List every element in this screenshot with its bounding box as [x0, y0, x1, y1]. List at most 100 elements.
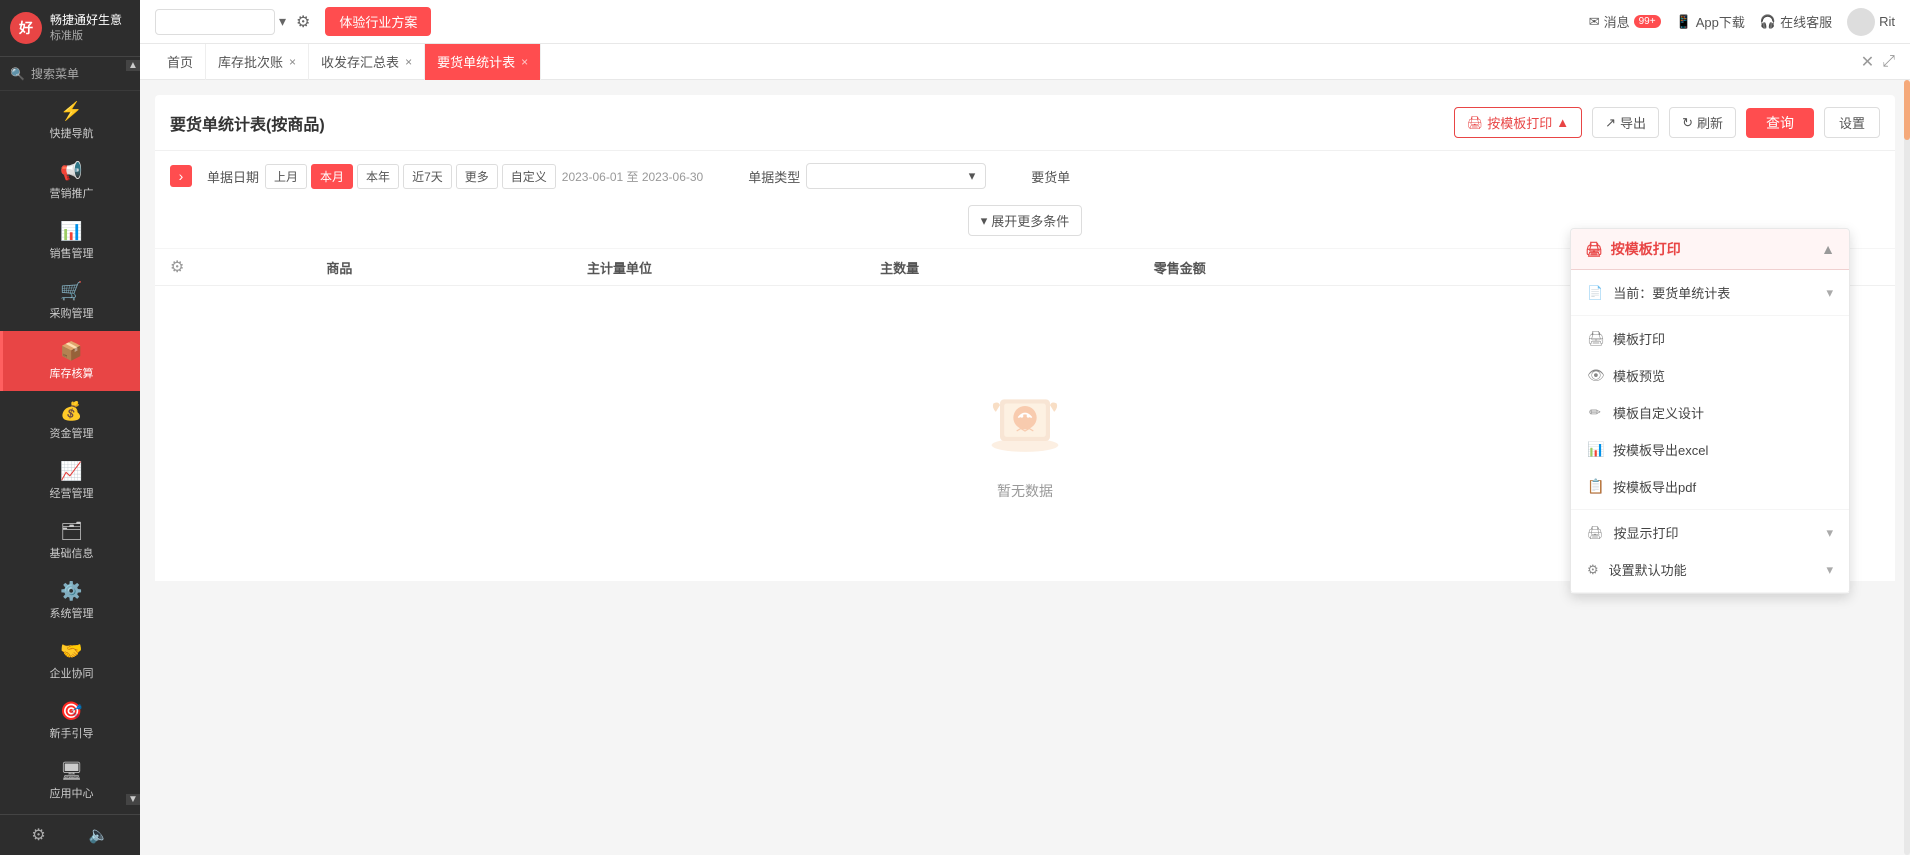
- message-action[interactable]: ✉ 消息 99+: [1589, 12, 1661, 31]
- tab-requisition-stats[interactable]: 要货单统计表 ×: [425, 44, 541, 80]
- dropdown-template-export-excel[interactable]: 📊 按模板导出excel: [1571, 431, 1849, 468]
- sidebar-item-quick-nav[interactable]: ⚡ 快捷导航: [0, 91, 140, 151]
- dropdown-header-left: 🖨 按模板打印: [1585, 239, 1681, 259]
- template-custom-icon: ✏: [1587, 404, 1603, 421]
- filter-toggle-btn[interactable]: ›: [170, 165, 192, 187]
- scrollbar-thumb[interactable]: [1904, 80, 1910, 140]
- chevron-down-icon: ▾: [969, 168, 976, 184]
- col-goods: 商品: [199, 258, 479, 277]
- user-avatar-action[interactable]: Rit: [1847, 8, 1895, 36]
- marketing-icon: 📢: [60, 161, 82, 182]
- sidebar: 好 畅捷通好生意 标准版 🔍 搜索菜单 ⚡ 快捷导航 📢 营销推广 📊 销售管理…: [0, 0, 140, 855]
- pdf-icon: 📋: [1587, 478, 1603, 495]
- sidebar-item-finance[interactable]: 💰 资金管理: [0, 391, 140, 451]
- sidebar-item-operations[interactable]: 📈 经营管理: [0, 451, 140, 511]
- chevron-up-icon: ▲: [1556, 115, 1569, 130]
- chevron-down-icon-expand: ▾: [981, 213, 988, 229]
- sidebar-scroll-up[interactable]: ▲: [126, 60, 140, 71]
- date-btn-current-year[interactable]: 本年: [357, 164, 399, 189]
- print-icon: 🖨: [1585, 241, 1603, 258]
- app-download-action[interactable]: 📱 App下载: [1676, 12, 1745, 31]
- avatar: [1847, 8, 1875, 36]
- settings-btn[interactable]: 设置: [1824, 107, 1880, 138]
- sidebar-item-app-center[interactable]: 🖥 应用中心: [0, 751, 140, 811]
- sidebar-item-purchase[interactable]: 🛒 采购管理: [0, 271, 140, 331]
- current-expand-icon: ▾: [1826, 285, 1833, 301]
- page-title: 要货单统计表(按商品): [170, 111, 325, 135]
- dropdown-collapse-btn[interactable]: ▲: [1821, 241, 1835, 257]
- expand-btn[interactable]: ▾ 展开更多条件: [968, 205, 1083, 236]
- settings-icon[interactable]: ⚙: [31, 825, 45, 845]
- order-type-select[interactable]: ▾: [806, 163, 986, 189]
- date-range: 2023-06-01 至 2023-06-30: [562, 168, 703, 185]
- top-header: ▾ ⚙ 体验行业方案 ✉ 消息 99+ 📱 App下载 🎧 在线客服 Rit: [140, 0, 1910, 44]
- tab-collection-summary[interactable]: 收发存汇总表 ×: [309, 44, 425, 80]
- trial-btn[interactable]: 体验行业方案: [325, 7, 431, 36]
- dropdown-header: 🖨 按模板打印 ▲: [1571, 229, 1849, 270]
- header-gear-btn[interactable]: ⚙: [296, 12, 310, 32]
- online-service-action[interactable]: 🎧 在线客服: [1760, 12, 1832, 31]
- sidebar-item-newbie[interactable]: 🎯 新手引导: [0, 691, 140, 751]
- tab-close-requisition-stats[interactable]: ×: [521, 55, 528, 69]
- dropdown-set-default[interactable]: ⚙ 设置默认功能 ▾: [1571, 551, 1849, 588]
- dropdown-display-print[interactable]: 🖨 按显示打印 ▾: [1571, 514, 1849, 551]
- export-btn[interactable]: ↗ 导出: [1592, 107, 1659, 138]
- current-template-icon: 📄: [1587, 285, 1603, 301]
- tab-close-inventory-batch[interactable]: ×: [289, 55, 296, 69]
- tab-inventory-batch[interactable]: 库存批次账 ×: [206, 44, 309, 80]
- col-retail-amount: 零售金额: [1040, 258, 1320, 277]
- tab-maximize-btn[interactable]: ⤢: [1882, 53, 1895, 71]
- sound-icon[interactable]: 🔈: [89, 825, 109, 845]
- date-shortcuts: 上月 本月 本年 近7天 更多 自定义: [265, 164, 556, 189]
- tab-bar-right: ✕ ⤢: [1861, 52, 1895, 72]
- sales-icon: 📊: [60, 221, 82, 242]
- empty-illustration: [975, 366, 1075, 466]
- breadcrumb-input[interactable]: [155, 9, 275, 35]
- scrollbar-track: [1904, 80, 1910, 855]
- query-btn[interactable]: 查询: [1746, 108, 1814, 138]
- date-btn-last7days[interactable]: 近7天: [403, 164, 452, 189]
- sidebar-item-inventory[interactable]: 📦 库存核算: [0, 331, 140, 391]
- system-icon: ⚙️: [60, 581, 82, 602]
- dropdown-current-left: 📄 当前：要货单统计表: [1587, 283, 1730, 302]
- date-btn-prev-month[interactable]: 上月: [265, 164, 307, 189]
- dropdown-template-print[interactable]: 🖨 模板打印: [1571, 320, 1849, 357]
- sidebar-item-system[interactable]: ⚙️ 系统管理: [0, 571, 140, 631]
- sidebar-item-search[interactable]: 🔍 搜索菜单: [0, 57, 140, 91]
- print-template-btn[interactable]: 🖨 按模板打印 ▲: [1454, 107, 1582, 138]
- date-btn-more[interactable]: 更多: [456, 164, 498, 189]
- inventory-icon: 📦: [60, 341, 82, 362]
- sidebar-item-basics[interactable]: 🗂 基础信息: [0, 511, 140, 571]
- sidebar-item-cooperation[interactable]: 🤝 企业协同: [0, 631, 140, 691]
- dropdown-template-export-pdf[interactable]: 📋 按模板导出pdf: [1571, 468, 1849, 505]
- quick-nav-icon: ⚡: [60, 101, 82, 122]
- table-settings-icon[interactable]: ⚙: [170, 257, 184, 277]
- refresh-btn[interactable]: ↻ 刷新: [1669, 107, 1736, 138]
- app-center-icon: 🖥: [60, 761, 83, 782]
- sidebar-item-marketing[interactable]: 📢 营销推广: [0, 151, 140, 211]
- dropdown-template-custom[interactable]: ✏ 模板自定义设计: [1571, 394, 1849, 431]
- page-actions: 🖨 按模板打印 ▲ ↗ 导出 ↻ 刷新 查询 设置: [1454, 107, 1880, 138]
- header-right: ✉ 消息 99+ 📱 App下载 🎧 在线客服 Rit: [1589, 8, 1895, 36]
- order-type-filter: 单据类型 ▾: [748, 163, 986, 189]
- display-print-icon: 🖨: [1587, 525, 1604, 541]
- date-btn-custom[interactable]: 自定义: [502, 164, 556, 189]
- header-left: ▾ ⚙ 体验行业方案: [155, 7, 1589, 36]
- tab-close-collection-summary[interactable]: ×: [405, 55, 412, 69]
- dropdown-template-preview[interactable]: 👁 模板预览: [1571, 357, 1849, 394]
- tab-home[interactable]: 首页: [155, 44, 206, 80]
- finance-icon: 💰: [60, 401, 82, 422]
- download-icon: 📱: [1676, 14, 1692, 30]
- date-filter: 单据日期 上月 本月 本年 近7天 更多 自定义 2023-06-01 至 20…: [207, 164, 703, 189]
- refresh-icon: ↻: [1682, 115, 1693, 131]
- sidebar-scroll-down[interactable]: ▼: [126, 794, 140, 805]
- date-btn-current-month[interactable]: 本月: [311, 164, 353, 189]
- breadcrumb-dropdown-btn[interactable]: ▾: [279, 13, 286, 30]
- cooperation-icon: 🤝: [60, 641, 82, 662]
- newbie-icon: 🎯: [60, 701, 82, 722]
- dropdown-current-template[interactable]: 📄 当前：要货单统计表 ▾: [1571, 274, 1849, 311]
- tab-close-all-btn[interactable]: ✕: [1861, 52, 1874, 72]
- sidebar-bottom: ⚙ 🔈: [0, 814, 140, 855]
- logo-icon: 好: [10, 12, 42, 44]
- sidebar-item-sales[interactable]: 📊 销售管理: [0, 211, 140, 271]
